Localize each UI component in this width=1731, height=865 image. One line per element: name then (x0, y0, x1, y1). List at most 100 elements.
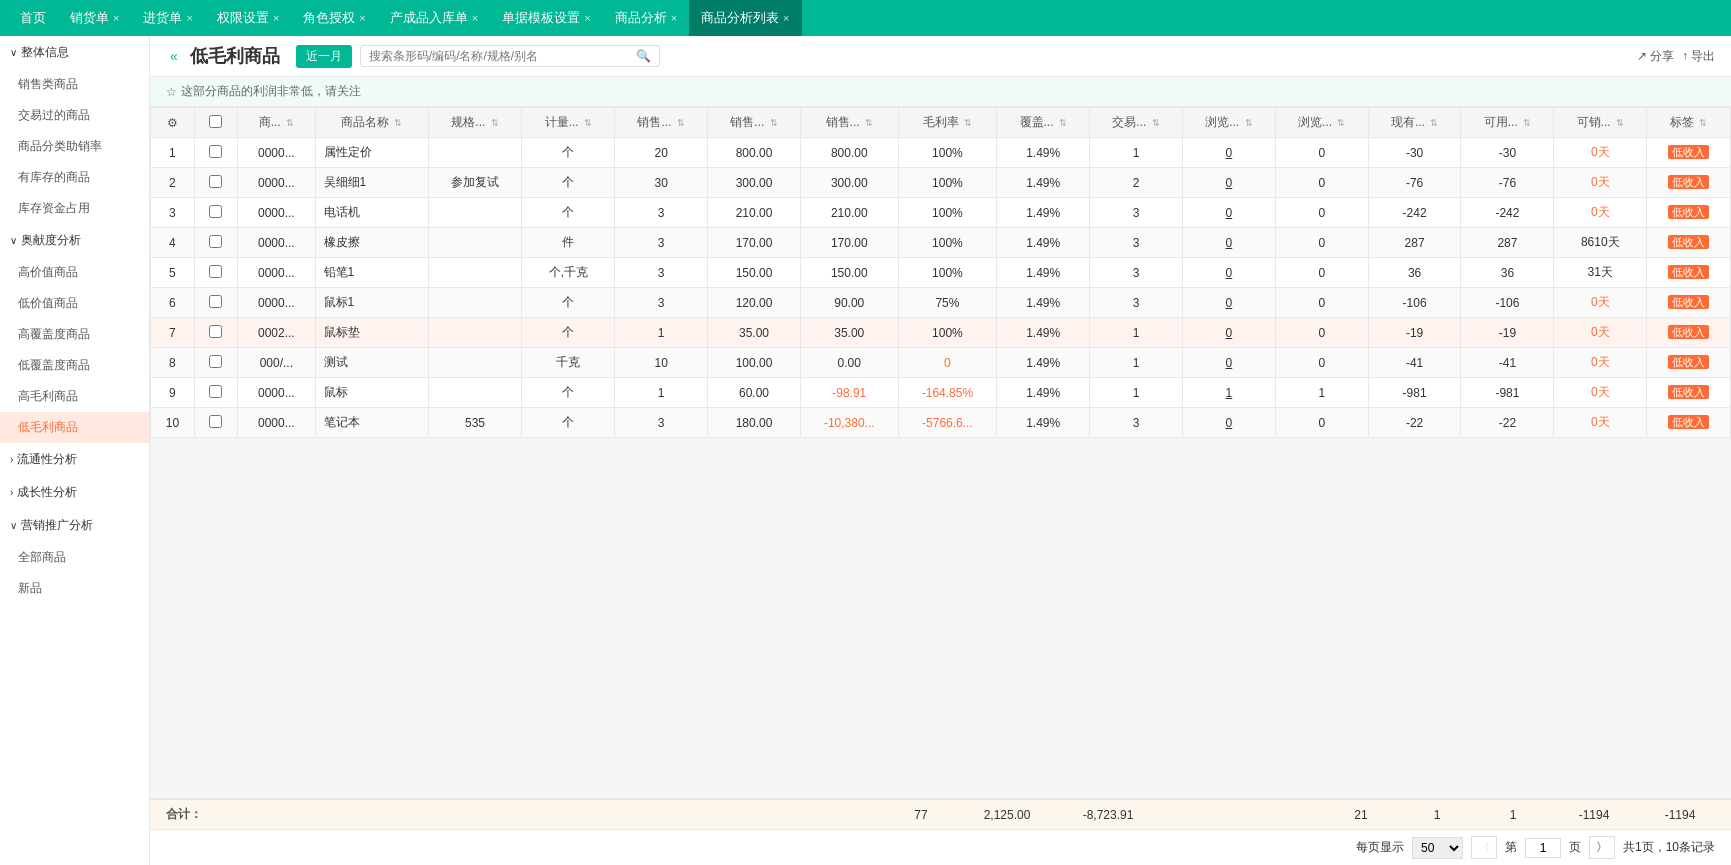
close-icon[interactable]: × (671, 12, 677, 24)
sidebar-item-low-profit[interactable]: 低毛利商品 (0, 412, 149, 443)
td-coverage: 1.49% (997, 318, 1090, 348)
nav-permissions[interactable]: 权限设置 × (205, 0, 291, 36)
td-browse2: 0 (1275, 198, 1368, 228)
td-checkbox[interactable] (194, 378, 237, 408)
sidebar-item-high-coverage[interactable]: 高覆盖度商品 (0, 319, 149, 350)
th-gross-rate: 毛利率 ⇅ (898, 108, 997, 138)
row-checkbox[interactable] (209, 325, 222, 338)
td-checkbox[interactable] (194, 138, 237, 168)
td-browse1: 0 (1182, 408, 1275, 438)
share-button[interactable]: ↗ 分享 (1637, 48, 1674, 65)
sidebar-item-high-value[interactable]: 高价值商品 (0, 257, 149, 288)
sidebar-section-contribution[interactable]: ∨ 奥献度分析 (0, 224, 149, 257)
row-checkbox[interactable] (209, 385, 222, 398)
th-sales-amount: 销售... ⇅ (800, 108, 898, 138)
per-page-select[interactable]: 50 100 200 (1412, 837, 1463, 859)
th-checkbox[interactable] (194, 108, 237, 138)
td-gross-rate: 100% (898, 228, 997, 258)
nav-purchase-order[interactable]: 进货单 × (131, 0, 204, 36)
search-input[interactable] (369, 49, 636, 63)
export-button[interactable]: ↑ 导出 (1682, 48, 1715, 65)
sidebar-item-new-products[interactable]: 新品 (0, 573, 149, 604)
sidebar-item-capital-usage[interactable]: 库存资金占用 (0, 193, 149, 224)
sidebar-section-overall[interactable]: ∨ 整体信息 (0, 36, 149, 69)
td-gross-rate: 100% (898, 258, 997, 288)
select-all-checkbox[interactable] (209, 115, 222, 128)
nav-product-entry[interactable]: 产成品入库单 × (378, 0, 490, 36)
sidebar-section-circulation[interactable]: › 流通性分析 (0, 443, 149, 476)
td-checkbox[interactable] (194, 228, 237, 258)
th-settings[interactable]: ⚙ (151, 108, 195, 138)
close-icon[interactable]: × (359, 12, 365, 24)
table-row: 2 0000... 吴细细1 参加复试 个 30 300.00 300.00 1… (151, 168, 1731, 198)
close-icon[interactable]: × (186, 12, 192, 24)
sidebar-item-traded-products[interactable]: 交易过的商品 (0, 100, 149, 131)
nav-home[interactable]: 首页 (8, 0, 58, 36)
prev-page-button[interactable]: 〈 (1471, 836, 1497, 859)
header-actions: ↗ 分享 ↑ 导出 (1637, 48, 1715, 65)
row-checkbox[interactable] (209, 175, 222, 188)
next-page-button[interactable]: 〉 (1589, 836, 1615, 859)
nav-product-analysis[interactable]: 商品分析 × (603, 0, 689, 36)
row-checkbox[interactable] (209, 235, 222, 248)
nav-role-auth[interactable]: 角色授权 × (291, 0, 377, 36)
td-spec (428, 348, 522, 378)
td-gross-rate: -164.85% (898, 378, 997, 408)
td-row-num: 3 (151, 198, 195, 228)
td-unit: 个 (522, 138, 615, 168)
sidebar-item-category-rate[interactable]: 商品分类助销率 (0, 131, 149, 162)
navigation: 首页 销货单 × 进货单 × 权限设置 × 角色授权 × 产成品入库单 × 单据… (0, 0, 1731, 36)
td-checkbox[interactable] (194, 198, 237, 228)
row-checkbox[interactable] (209, 265, 222, 278)
footer-sales-qty: 77 (891, 808, 951, 822)
td-checkbox[interactable] (194, 288, 237, 318)
sidebar-item-low-value[interactable]: 低价值商品 (0, 288, 149, 319)
sidebar-item-stock-products[interactable]: 有库存的商品 (0, 162, 149, 193)
nav-product-analysis-list[interactable]: 商品分析列表 × (689, 0, 801, 36)
close-icon[interactable]: × (273, 12, 279, 24)
td-browse1: 0 (1182, 258, 1275, 288)
sidebar-item-sales-products[interactable]: 销售类商品 (0, 69, 149, 100)
td-transaction: 1 (1090, 138, 1183, 168)
nav-template-settings[interactable]: 单据模板设置 × (490, 0, 602, 36)
sidebar-section-growth[interactable]: › 成长性分析 (0, 476, 149, 509)
nav-sales-order[interactable]: 销货单 × (58, 0, 131, 36)
td-available: -30 (1461, 138, 1554, 168)
footer-sales-amount: -8,723.91 (1063, 808, 1153, 822)
close-icon[interactable]: × (783, 12, 789, 24)
sidebar-item-high-profit[interactable]: 高毛利商品 (0, 381, 149, 412)
sidebar-item-all-products[interactable]: 全部商品 (0, 542, 149, 573)
sidebar-section-marketing[interactable]: ∨ 营销推广分析 (0, 509, 149, 542)
td-browse2: 0 (1275, 168, 1368, 198)
th-browse1: 浏览... ⇅ (1182, 108, 1275, 138)
td-checkbox[interactable] (194, 318, 237, 348)
row-checkbox[interactable] (209, 415, 222, 428)
search-icon[interactable]: 🔍 (636, 49, 651, 63)
td-sales-price: 120.00 (708, 288, 801, 318)
td-browse2: 0 (1275, 228, 1368, 258)
td-saleable: 0天 (1554, 318, 1647, 348)
th-tag: 标签 ⇅ (1647, 108, 1731, 138)
page-input[interactable] (1525, 838, 1561, 858)
close-icon[interactable]: × (113, 12, 119, 24)
td-row-num: 2 (151, 168, 195, 198)
row-checkbox[interactable] (209, 205, 222, 218)
td-checkbox[interactable] (194, 168, 237, 198)
td-coverage: 1.49% (997, 378, 1090, 408)
row-checkbox[interactable] (209, 145, 222, 158)
td-checkbox[interactable] (194, 348, 237, 378)
td-checkbox[interactable] (194, 408, 237, 438)
row-checkbox[interactable] (209, 295, 222, 308)
footer-browse1: 1 (1407, 808, 1467, 822)
close-icon[interactable]: × (584, 12, 590, 24)
content-header: « 低毛利商品 近一月 🔍 ↗ 分享 ↑ 导出 (150, 36, 1731, 77)
td-checkbox[interactable] (194, 258, 237, 288)
td-saleable: 0天 (1554, 348, 1647, 378)
collapse-button[interactable]: « (166, 48, 182, 64)
row-checkbox[interactable] (209, 355, 222, 368)
td-sales-price: 170.00 (708, 228, 801, 258)
sidebar-item-low-coverage[interactable]: 低覆盖度商品 (0, 350, 149, 381)
close-icon[interactable]: × (472, 12, 478, 24)
time-filter-button[interactable]: 近一月 (296, 45, 352, 68)
td-browse2: 0 (1275, 348, 1368, 378)
